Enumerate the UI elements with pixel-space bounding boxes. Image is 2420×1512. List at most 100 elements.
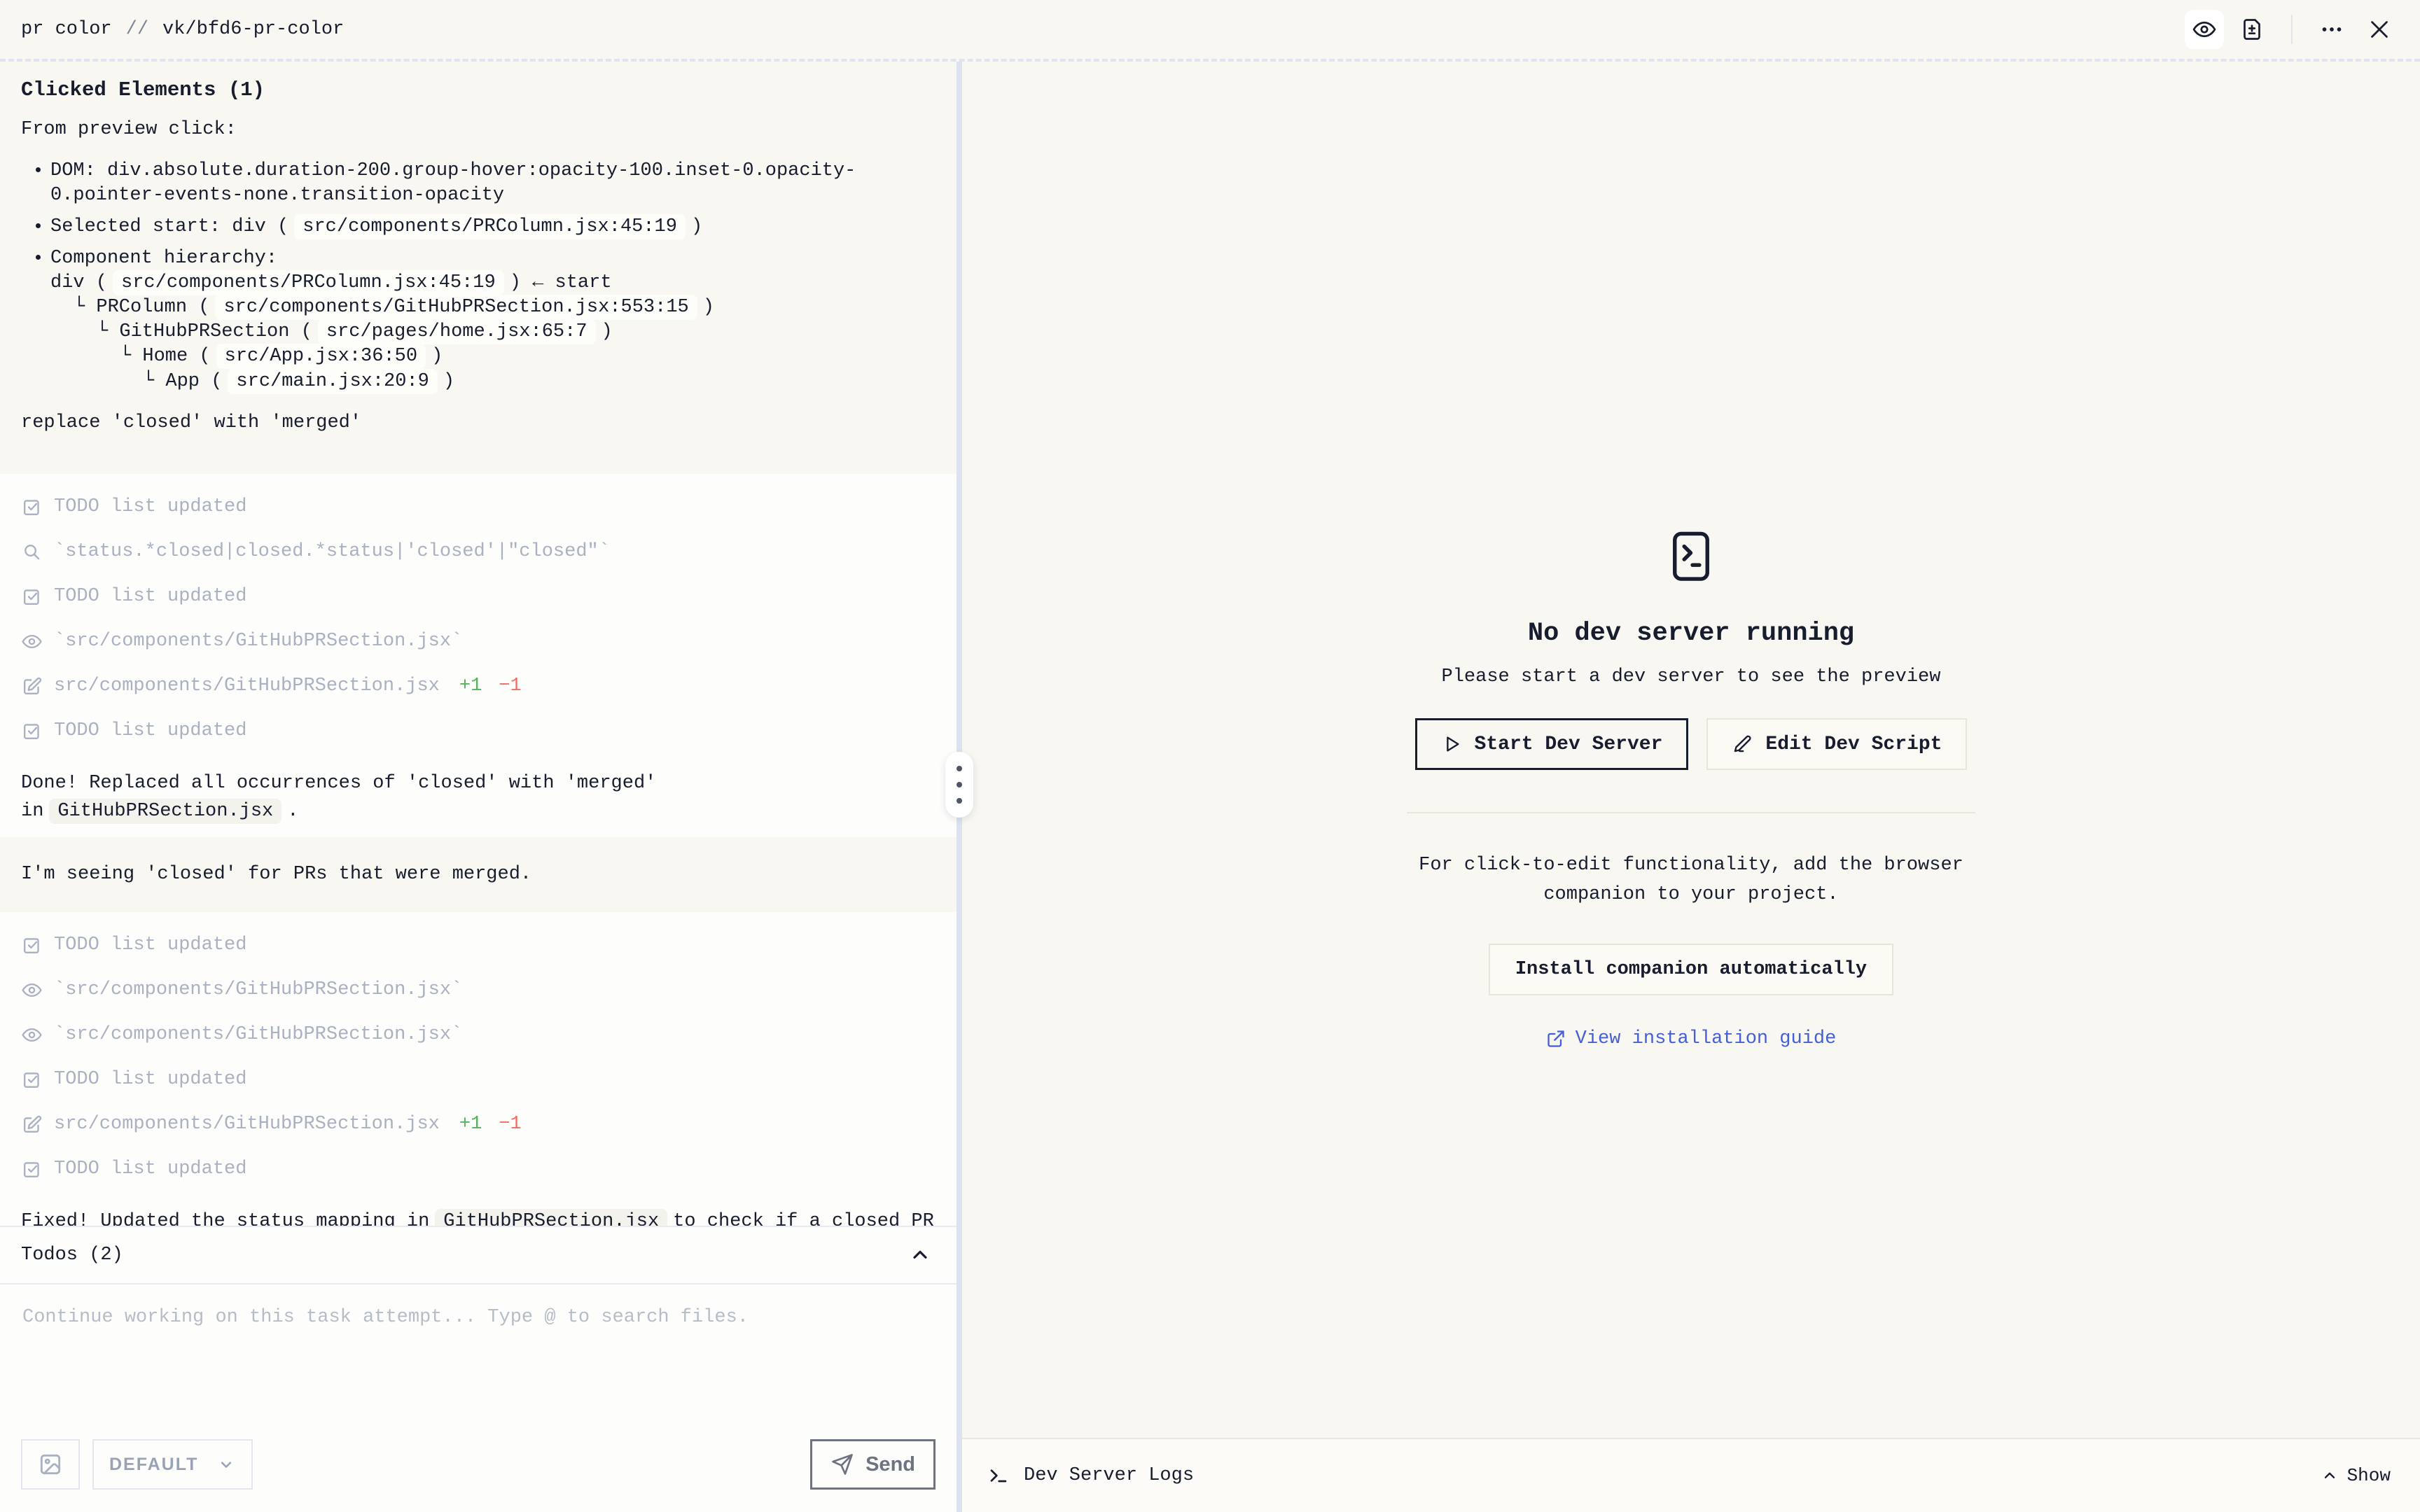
inline-code-path: src/main.jsx:20:9 (228, 368, 438, 394)
install-companion-button[interactable]: Install companion automatically (1488, 943, 1894, 995)
header-actions (2185, 10, 2399, 49)
lines-removed-badge: −1 (499, 676, 522, 697)
clicked-elements-heading: Clicked Elements (1) (21, 78, 265, 102)
edit-icon (21, 1114, 43, 1135)
terminal-prompt-icon (987, 1464, 1010, 1487)
drag-dot (957, 798, 962, 804)
tool-activity-rows: TODO list updated `src/components/GitHub… (21, 933, 936, 1182)
external-link-icon (1546, 1029, 1566, 1049)
file-read-row[interactable]: `src/components/GitHubPRSection.jsx` (21, 978, 936, 1003)
variant-select[interactable]: DEFAULT (92, 1439, 253, 1490)
dev-server-actions: Start Dev Server Edit Dev Script (1414, 718, 1968, 770)
inline-code-path: src/components/GitHubPRSection.jsx:553:1… (215, 295, 697, 321)
selected-start-item: Selected start: div (src/components/PRCo… (50, 214, 936, 239)
eye-icon (21, 631, 43, 652)
todos-collapse-button[interactable] (905, 1240, 936, 1270)
start-dev-server-button[interactable]: Start Dev Server (1414, 718, 1689, 770)
dev-server-logs-label-group: Dev Server Logs (987, 1464, 1194, 1487)
user-prompt-text: replace 'closed' with 'merged' (21, 412, 362, 433)
companion-description: For click-to-edit functionality, add the… (1419, 855, 1963, 905)
eye-icon (21, 979, 43, 1001)
diff-view-button[interactable] (2232, 10, 2272, 49)
close-button[interactable] (2360, 10, 2399, 49)
conversation-scroll-area[interactable]: Clicked Elements (1) From preview click:… (0, 62, 957, 1226)
tool-activity-rows: TODO list updated `status.*closed|closed… (21, 495, 936, 744)
window-header: pr color // vk/bfd6-pr-color (0, 0, 2420, 62)
file-diff-icon (2239, 17, 2265, 42)
dom-item: DOM: div.absolute.duration-200.group-hov… (50, 159, 936, 208)
send-label: Send (865, 1452, 915, 1476)
lines-removed-badge: −1 (499, 1114, 522, 1135)
title-separator: // (125, 19, 149, 40)
hierarchy-row: └ PRColumn (src/components/GitHubPRSecti… (50, 295, 936, 321)
todo-updated-row[interactable]: TODO list updated (21, 584, 936, 610)
dev-server-logs-bar: Dev Server Logs Show (962, 1438, 2420, 1512)
variant-label: DEFAULT (109, 1454, 199, 1474)
hierarchy-row: └ GitHubPRSection (src/pages/home.jsx:65… (50, 319, 936, 345)
inline-code-path: src/App.jsx:36:50 (216, 344, 426, 370)
hierarchy-row: └ Home (src/App.jsx:36:50) (50, 344, 936, 370)
installation-guide-link[interactable]: View installation guide (1542, 1028, 1841, 1050)
chevron-up-icon (909, 1244, 931, 1266)
edit-icon (21, 676, 43, 697)
todo-updated-row[interactable]: TODO list updated (21, 495, 936, 520)
file-read-row[interactable]: `src/components/GitHubPRSection.jsx` (21, 1023, 936, 1048)
app-window: pr color // vk/bfd6-pr-color Clicked Ele… (0, 0, 2420, 1512)
chat-input[interactable] (21, 1306, 936, 1410)
composer-controls: DEFAULT Send (21, 1439, 936, 1490)
preview-empty-state: No dev server running Please start a dev… (962, 62, 2420, 1438)
edit-dev-script-button[interactable]: Edit Dev Script (1706, 718, 1968, 770)
no-dev-server-title: No dev server running (1527, 619, 1855, 648)
component-hierarchy: div (src/components/PRColumn.jsx:45:19) … (50, 270, 936, 394)
header-separator-line (2291, 15, 2293, 44)
panel-resize-divider[interactable] (945, 62, 973, 1512)
todos-section-header[interactable]: Todos (2) (0, 1226, 957, 1284)
inline-code-path: src/components/PRColumn.jsx:45:19 (294, 214, 686, 239)
lines-added-badge: +1 (459, 676, 482, 697)
eye-icon (2192, 17, 2217, 42)
chevron-down-icon (216, 1455, 236, 1474)
search-row[interactable]: `status.*closed|closed.*status|'closed'|… (21, 540, 936, 565)
ellipsis-icon (2319, 17, 2344, 42)
message-composer: DEFAULT Send (0, 1284, 957, 1512)
file-edit-row[interactable]: src/components/GitHubPRSection.jsx +1 −1 (21, 1112, 936, 1138)
file-edit-row[interactable]: src/components/GitHubPRSection.jsx +1 −1 (21, 674, 936, 699)
search-icon (21, 541, 43, 563)
drag-dot (957, 766, 962, 771)
assistant-turn: TODO list updated `status.*closed|closed… (0, 474, 957, 837)
panel-resize-handle[interactable] (945, 752, 973, 818)
hierarchy-row: div (src/components/PRColumn.jsx:45:19) … (50, 270, 936, 296)
preview-panel: No dev server running Please start a dev… (962, 62, 2420, 1512)
todo-check-icon (21, 720, 43, 742)
clicked-elements-list: DOM: div.absolute.duration-200.group-hov… (21, 159, 936, 394)
todo-updated-row[interactable]: TODO list updated (21, 719, 936, 744)
eye-icon (21, 1024, 43, 1046)
user-message: I'm seeing 'closed' for PRs that were me… (0, 836, 957, 912)
file-read-row[interactable]: `src/components/GitHubPRSection.jsx` (21, 629, 936, 654)
attach-image-button[interactable] (21, 1439, 80, 1490)
todo-check-icon (21, 1158, 43, 1180)
send-button[interactable]: Send (810, 1439, 936, 1490)
todo-check-icon (21, 934, 43, 956)
todo-updated-row[interactable]: TODO list updated (21, 1157, 936, 1182)
todo-updated-row[interactable]: TODO list updated (21, 1068, 936, 1093)
clicked-elements-lead: From preview click: (21, 118, 237, 140)
hierarchy-label: Component hierarchy: (50, 248, 278, 270)
main-split: Clicked Elements (1) From preview click:… (0, 62, 2420, 1512)
send-plane-icon (830, 1452, 854, 1476)
todo-check-icon (21, 496, 43, 518)
user-message-text: I'm seeing 'closed' for PRs that were me… (21, 863, 532, 885)
inline-code-path: GitHubPRSection.jsx (49, 799, 282, 825)
assistant-result-message: Done! Replaced all occurrences of 'close… (21, 769, 936, 826)
hierarchy-row: └ App (src/main.jsx:20:9) (50, 368, 936, 394)
play-icon (1441, 734, 1462, 755)
show-logs-toggle[interactable]: Show (2316, 1464, 2395, 1487)
component-hierarchy-item: Component hierarchy: div (src/components… (50, 246, 936, 394)
preview-toggle-button[interactable] (2185, 10, 2224, 49)
todo-updated-row[interactable]: TODO list updated (21, 933, 936, 958)
chevron-up-icon (2321, 1466, 2339, 1485)
image-icon (37, 1451, 64, 1478)
close-icon (2367, 17, 2392, 42)
more-options-button[interactable] (2312, 10, 2351, 49)
section-divider (1407, 812, 1975, 813)
